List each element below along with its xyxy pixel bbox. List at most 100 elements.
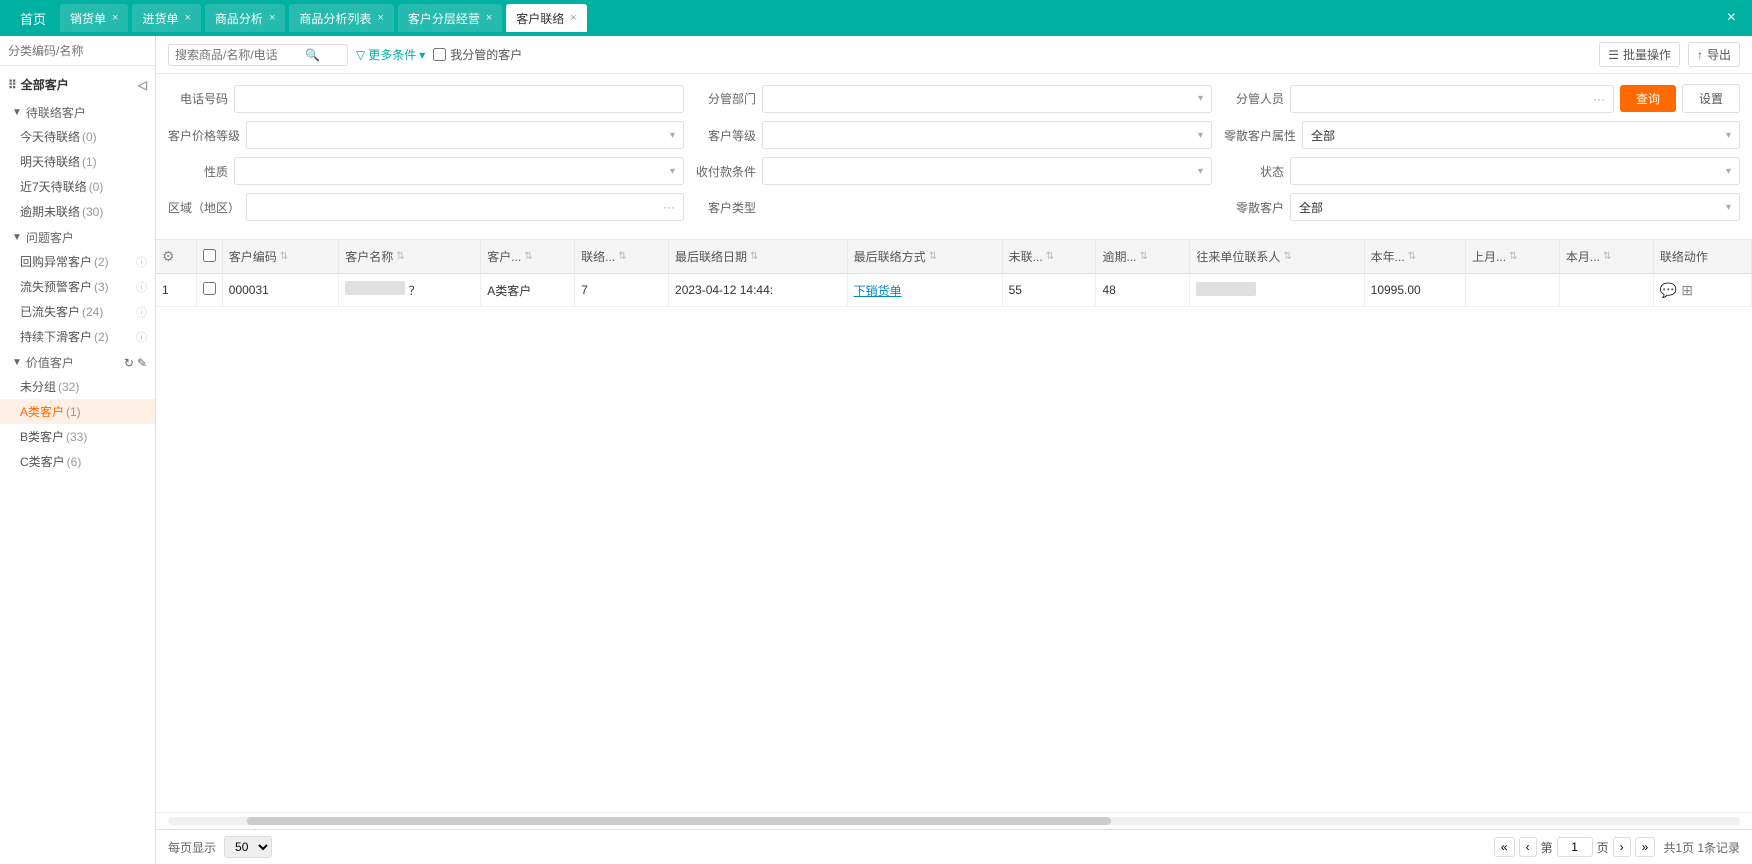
sidebar-all-customers-header[interactable]: ⠿ 全部客户 ◁ (0, 70, 155, 99)
tab-label-sales-order: 销货单 (70, 10, 106, 27)
a-class-label: A类客户 (20, 403, 64, 420)
sort-icon-code[interactable]: ⇅ (280, 251, 288, 262)
retail-attr-input[interactable]: 全部 ▾ (1302, 121, 1740, 149)
sidebar-problem-customers-group[interactable]: ▼ 问题客户 (0, 224, 155, 249)
close-icon-product-analysis-list[interactable]: × (377, 12, 383, 24)
phone-label: 电话号码 (168, 90, 228, 107)
dept-label: 分管部门 (696, 90, 756, 107)
dept-input[interactable]: ▾ (762, 85, 1212, 113)
filter-status-group: 状态 ▾ (1224, 157, 1740, 185)
edit-icon[interactable]: ✎ (137, 356, 147, 370)
filter-person-group: 分管人员 ··· 查询 设置 (1224, 84, 1740, 113)
query-button-inline[interactable]: 查询 (1620, 85, 1676, 112)
tab-product-analysis-list[interactable]: 商品分析列表 × (289, 4, 393, 32)
customer-level-input[interactable]: ▾ (762, 121, 1212, 149)
tab-sales-order[interactable]: 销货单 × (60, 4, 128, 32)
prev-page-btn[interactable]: ‹ (1519, 837, 1537, 857)
customer-type-input[interactable] (762, 193, 1212, 221)
person-more-icon: ··· (1593, 92, 1605, 106)
sidebar-value-customers-group[interactable]: ▼ 价值客户 ↻ ✎ (0, 349, 155, 374)
sort-icon-this-month[interactable]: ⇅ (1603, 251, 1611, 262)
tab-customer-tier[interactable]: 客户分层经营 × (398, 4, 502, 32)
sort-icon-liaison[interactable]: ⇅ (1283, 251, 1291, 262)
sort-icon-no-contact[interactable]: ⇅ (1046, 251, 1054, 262)
sort-icon-last-month[interactable]: ⇅ (1509, 251, 1517, 262)
sidebar-item-c-class[interactable]: C类客户 (6) (0, 449, 155, 474)
close-icon-customer-contact[interactable]: × (570, 12, 576, 24)
status-input[interactable]: ▾ (1290, 157, 1740, 185)
retail-customer-input[interactable]: 全部 ▾ (1290, 193, 1740, 221)
tab-customer-contact[interactable]: 客户联络 × (506, 4, 586, 32)
more-conditions-btn[interactable]: ▽ 更多条件 ▾ (356, 46, 425, 63)
row-checkbox-cell (196, 274, 222, 307)
message-action-icon[interactable]: 💬 (1660, 282, 1677, 299)
settings-button-inline[interactable]: 设置 (1682, 84, 1740, 113)
next-page-btn[interactable]: › (1613, 837, 1631, 857)
my-customers-checkbox-area: 我分管的客户 (433, 46, 522, 63)
row-name: ？ (339, 274, 481, 307)
nature-input[interactable]: ▾ (234, 157, 684, 185)
filter-region-group: 区域（地区） ··· (168, 193, 684, 221)
per-page-select[interactable]: 50 (224, 836, 272, 858)
last-page-btn[interactable]: » (1635, 837, 1656, 857)
tab-product-analysis[interactable]: 商品分析 × (205, 4, 285, 32)
filter-phone-group: 电话号码 (168, 85, 684, 113)
sort-icon-this-year[interactable]: ⇅ (1408, 251, 1416, 262)
refresh-icon[interactable]: ↻ (124, 356, 134, 370)
sidebar-item-a-class[interactable]: A类客户 (1) (0, 399, 155, 424)
filter-row-1: 电话号码 分管部门 ▾ 分管人员 ··· 查询 (168, 84, 1740, 113)
sidebar-pending-contact-group[interactable]: ▼ 待联络客户 (0, 99, 155, 124)
sidebar-item-today-pending[interactable]: 今天待联络 (0) (0, 124, 155, 149)
table-gear-icon[interactable]: ⚙ (162, 248, 175, 264)
first-page-btn[interactable]: « (1494, 837, 1515, 857)
col-no-contact-days-label: 未联... (1009, 248, 1043, 265)
sort-icon-method[interactable]: ⇅ (929, 251, 937, 262)
tomorrow-pending-label: 明天待联络 (20, 153, 80, 170)
sort-icon-level[interactable]: ⇅ (524, 251, 532, 262)
horizontal-scrollbar-thumb[interactable] (247, 817, 1112, 825)
row-name-suffix: ？ (409, 284, 421, 298)
global-close-button[interactable]: × (1719, 9, 1744, 27)
close-icon-customer-tier[interactable]: × (486, 12, 492, 24)
phone-input[interactable] (234, 85, 684, 113)
sidebar-item-repurchase-anomaly[interactable]: 回购异常客户 (2) ⓘ (0, 249, 155, 274)
sort-icon-name[interactable]: ⇅ (396, 251, 404, 262)
sidebar-search-input[interactable] (8, 44, 156, 58)
my-customers-checkbox[interactable] (433, 48, 446, 61)
sort-icon-overdue[interactable]: ⇅ (1140, 251, 1148, 262)
batch-ops-button[interactable]: ☰ 批量操作 (1599, 42, 1680, 67)
home-tab[interactable]: 首页 (8, 9, 58, 28)
person-input[interactable]: ··· (1290, 85, 1614, 113)
sidebar-item-7days-pending[interactable]: 近7天待联络 (0) (0, 174, 155, 199)
sidebar-item-overdue-pending[interactable]: 逾期未联络 (30) (0, 199, 155, 224)
sidebar-all-customers-label: 全部客户 (21, 76, 69, 93)
export-button[interactable]: ↑ 导出 (1688, 42, 1740, 67)
sidebar-item-b-class[interactable]: B类客户 (33) (0, 424, 155, 449)
price-level-input[interactable]: ▾ (246, 121, 684, 149)
tab-purchase-order[interactable]: 进货单 × (132, 4, 200, 32)
payment-input[interactable]: ▾ (762, 157, 1212, 185)
sidebar-item-unclassified[interactable]: 未分组 (32) (0, 374, 155, 399)
close-icon-product-analysis[interactable]: × (269, 12, 275, 24)
sidebar-item-declining[interactable]: 持续下滑客户 (2) ⓘ (0, 324, 155, 349)
region-input[interactable]: ··· (246, 193, 684, 221)
filter-search-input[interactable] (175, 48, 305, 62)
collapse-icon[interactable]: ◁ (138, 78, 147, 92)
value-customers-label: 价值客户 (26, 354, 74, 371)
row-checkbox[interactable] (203, 282, 216, 295)
contact-method-link[interactable]: 下销货单 (854, 284, 902, 298)
current-page-input[interactable] (1557, 837, 1593, 857)
sidebar-item-tomorrow-pending[interactable]: 明天待联络 (1) (0, 149, 155, 174)
sort-icon-date[interactable]: ⇅ (750, 251, 758, 262)
qr-action-icon[interactable]: ⊞ (1681, 282, 1693, 299)
select-all-checkbox[interactable] (203, 249, 216, 262)
more-conditions-arrow: ▾ (419, 48, 425, 62)
problem-arrow: ▼ (12, 232, 22, 243)
sidebar-item-churn-warning[interactable]: 流失预警客户 (3) ⓘ (0, 274, 155, 299)
payment-arrow: ▾ (1198, 166, 1203, 177)
close-icon-sales-order[interactable]: × (112, 12, 118, 24)
sidebar-item-churned[interactable]: 已流失客户 (24) ⓘ (0, 299, 155, 324)
retail-customer-arrow: ▾ (1726, 202, 1731, 213)
close-icon-purchase-order[interactable]: × (184, 12, 190, 24)
sort-icon-contact-count[interactable]: ⇅ (618, 251, 626, 262)
